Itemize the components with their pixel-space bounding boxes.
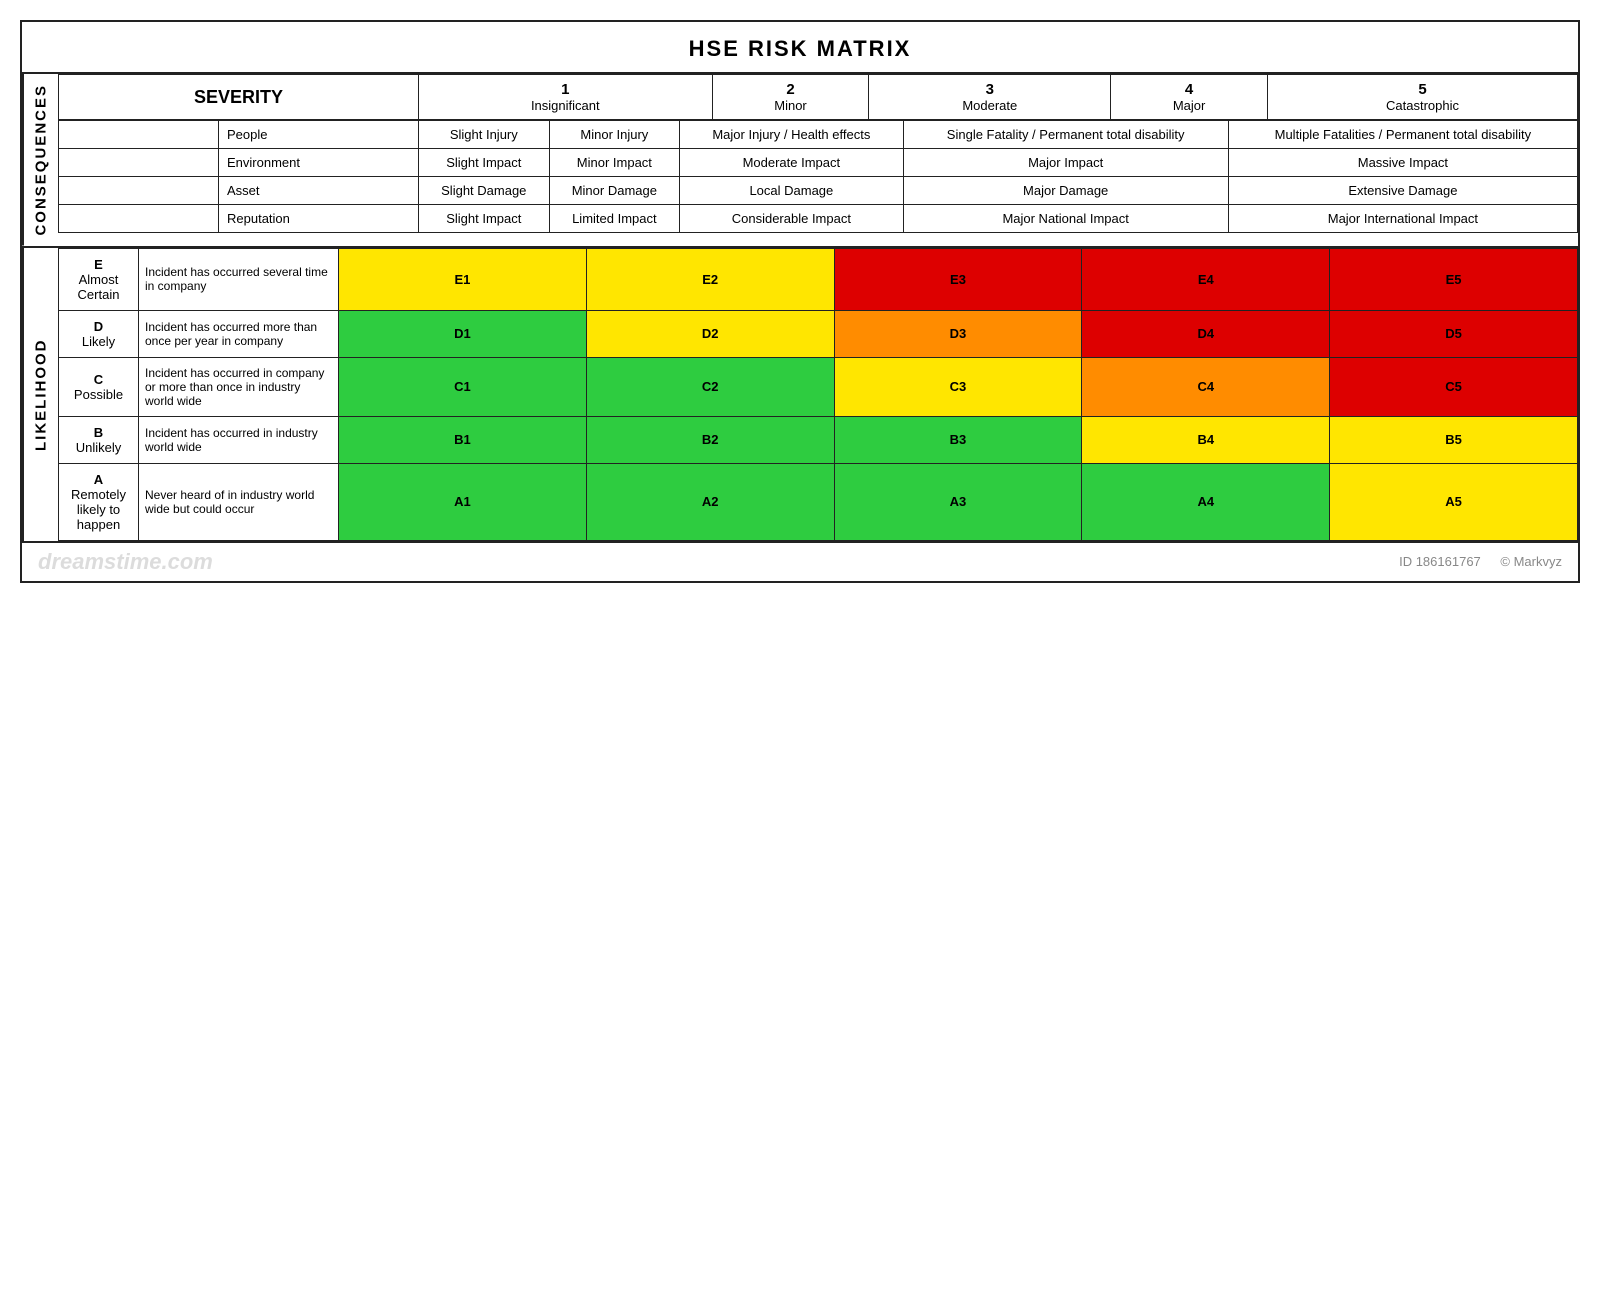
consequence-cell: Major Damage	[903, 177, 1228, 205]
severity-header: SEVERITY 1 Insignificant 2 Minor 3 Moder…	[58, 74, 1578, 120]
risk-cell-b3: B3	[834, 416, 1082, 463]
risk-cell-b1: B1	[339, 416, 587, 463]
risk-cell-a3: A3	[834, 463, 1082, 540]
consequences-label: CONSEQUENCES	[22, 74, 58, 246]
consequence-cell: Minor Damage	[549, 177, 680, 205]
risk-cell-a2: A2	[586, 463, 834, 540]
consequence-cell: Minor Injury	[549, 121, 680, 149]
consequence-cell: Considerable Impact	[680, 205, 903, 233]
likelihood-label-cell: ARemotely likely to happen	[59, 463, 139, 540]
hse-risk-matrix: HSE RISK MATRIX CONSEQUENCES SEVERITY	[20, 20, 1580, 583]
consequence-cell: Major Impact	[903, 149, 1228, 177]
likelihood-label-cell: EAlmost Certain	[59, 248, 139, 310]
likelihood-row: BUnlikelyIncident has occurred in indust…	[59, 416, 1578, 463]
severity-col-5: 5 Catastrophic	[1268, 75, 1578, 120]
consequences-row: PeopleSlight InjuryMinor InjuryMajor Inj…	[59, 121, 1578, 149]
risk-cell-b5: B5	[1330, 416, 1578, 463]
risk-cell-b4: B4	[1082, 416, 1330, 463]
likelihood-label: LIKELIHOOD	[22, 248, 58, 541]
consequence-category: Reputation	[219, 205, 419, 233]
consequence-cell: Slight Damage	[419, 177, 550, 205]
consequence-cell: Slight Impact	[419, 205, 550, 233]
risk-cell-e3: E3	[834, 248, 1082, 310]
consequence-cell: Local Damage	[680, 177, 903, 205]
consequence-cell: Limited Impact	[549, 205, 680, 233]
risk-cell-e5: E5	[1330, 248, 1578, 310]
risk-cell-d1: D1	[339, 310, 587, 357]
consequences-row: ReputationSlight ImpactLimited ImpactCon…	[59, 205, 1578, 233]
consequence-cell: Slight Injury	[419, 121, 550, 149]
severity-label: SEVERITY	[59, 75, 419, 120]
severity-col-3: 3 Moderate	[869, 75, 1111, 120]
consequence-cell: Massive Impact	[1228, 149, 1577, 177]
consequences-grid: SEVERITY 1 Insignificant 2 Minor 3 Moder…	[58, 74, 1578, 246]
consequences-table: PeopleSlight InjuryMinor InjuryMajor Inj…	[58, 120, 1578, 233]
risk-cell-e2: E2	[586, 248, 834, 310]
likelihood-description: Incident has occurred in industry world …	[139, 416, 339, 463]
consequence-cell: Major Injury / Health effects	[680, 121, 903, 149]
risk-cell-d2: D2	[586, 310, 834, 357]
likelihood-row: CPossibleIncident has occurred in compan…	[59, 357, 1578, 416]
risk-cell-b2: B2	[586, 416, 834, 463]
consequences-section: CONSEQUENCES SEVERITY 1 In	[22, 74, 1578, 246]
consequence-cell: Single Fatality / Permanent total disabi…	[903, 121, 1228, 149]
likelihood-row: EAlmost CertainIncident has occurred sev…	[59, 248, 1578, 310]
consequence-cell: Multiple Fatalities / Permanent total di…	[1228, 121, 1577, 149]
risk-cell-d3: D3	[834, 310, 1082, 357]
risk-cell-a1: A1	[339, 463, 587, 540]
consequence-cell: Moderate Impact	[680, 149, 903, 177]
likelihood-row: ARemotely likely to happenNever heard of…	[59, 463, 1578, 540]
likelihood-table: EAlmost CertainIncident has occurred sev…	[58, 248, 1578, 541]
consequence-cell: Major National Impact	[903, 205, 1228, 233]
likelihood-description: Incident has occurred more than once per…	[139, 310, 339, 357]
footer: dreamstime.com ID 186161767 © Markvyz	[22, 541, 1578, 581]
consequence-category: People	[219, 121, 419, 149]
risk-cell-c5: C5	[1330, 357, 1578, 416]
risk-cell-c3: C3	[834, 357, 1082, 416]
risk-cell-c4: C4	[1082, 357, 1330, 416]
risk-cell-a4: A4	[1082, 463, 1330, 540]
consequence-cell: Major International Impact	[1228, 205, 1577, 233]
risk-cell-d5: D5	[1330, 310, 1578, 357]
severity-col-1: 1 Insignificant	[419, 75, 713, 120]
watermark: dreamstime.com	[38, 549, 213, 575]
severity-col-2: 2 Minor	[712, 75, 869, 120]
likelihood-grid: EAlmost CertainIncident has occurred sev…	[58, 248, 1578, 541]
risk-cell-e1: E1	[339, 248, 587, 310]
likelihood-label-cell: CPossible	[59, 357, 139, 416]
risk-cell-c1: C1	[339, 357, 587, 416]
consequence-cell: Extensive Damage	[1228, 177, 1577, 205]
consequences-row: AssetSlight DamageMinor DamageLocal Dama…	[59, 177, 1578, 205]
likelihood-description: Never heard of in industry world wide bu…	[139, 463, 339, 540]
likelihood-description: Incident has occurred several time in co…	[139, 248, 339, 310]
footer-id: ID 186161767 © Markvyz	[1399, 554, 1562, 569]
consequence-cell: Slight Impact	[419, 149, 550, 177]
likelihood-label-cell: BUnlikely	[59, 416, 139, 463]
risk-cell-a5: A5	[1330, 463, 1578, 540]
likelihood-label-cell: DLikely	[59, 310, 139, 357]
consequence-category: Asset	[219, 177, 419, 205]
likelihood-section: LIKELIHOOD EAlmost CertainIncident has o…	[22, 246, 1578, 541]
risk-cell-c2: C2	[586, 357, 834, 416]
likelihood-description: Incident has occurred in company or more…	[139, 357, 339, 416]
risk-cell-e4: E4	[1082, 248, 1330, 310]
severity-col-4: 4 Major	[1111, 75, 1268, 120]
consequences-row: EnvironmentSlight ImpactMinor ImpactMode…	[59, 149, 1578, 177]
likelihood-row: DLikelyIncident has occurred more than o…	[59, 310, 1578, 357]
risk-cell-d4: D4	[1082, 310, 1330, 357]
consequence-cell: Minor Impact	[549, 149, 680, 177]
consequence-category: Environment	[219, 149, 419, 177]
page-title: HSE RISK MATRIX	[22, 22, 1578, 74]
